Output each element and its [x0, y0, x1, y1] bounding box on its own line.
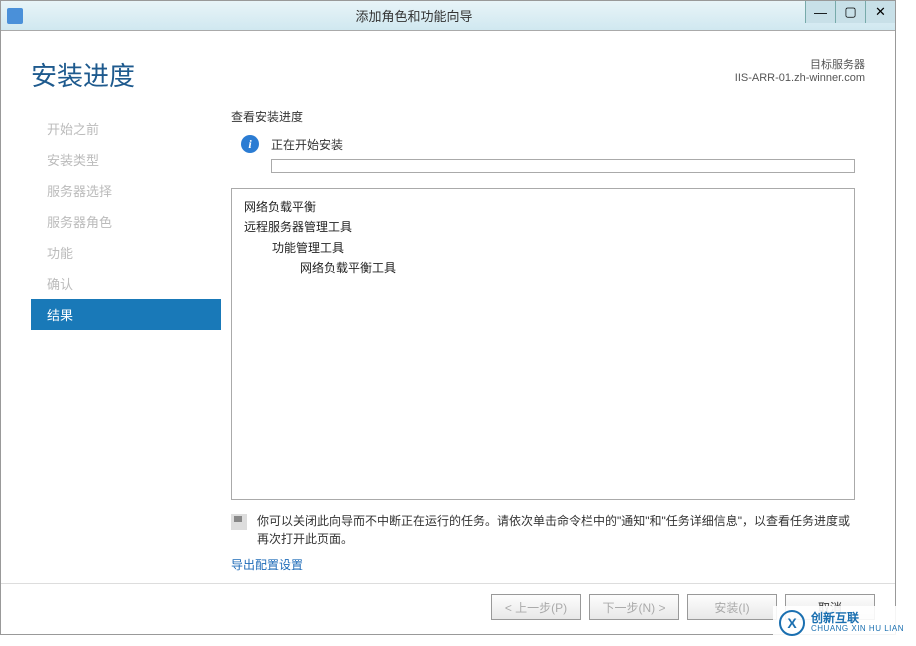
section-label: 查看安装进度	[231, 108, 865, 125]
note-text: 你可以关闭此向导而不中断正在运行的任务。请依次单击命令栏中的"通知"和"任务详细…	[257, 512, 855, 548]
body-area: 安装进度 目标服务器 IIS-ARR-01.zh-winner.com 开始之前…	[1, 31, 895, 634]
button-row: < 上一步(P) 下一步(N) > 安装(I) 取消	[1, 583, 895, 634]
sidebar-item-results[interactable]: 结果	[31, 299, 221, 330]
info-icon: i	[241, 135, 259, 153]
main-row: 开始之前 安装类型 服务器选择 服务器角色 功能 确认 结果 查看安装进度 i …	[1, 103, 895, 583]
sidebar-item-server-roles: 服务器角色	[31, 206, 221, 237]
close-button[interactable]: ✕	[865, 1, 895, 23]
destination-value: IIS-ARR-01.zh-winner.com	[735, 72, 865, 84]
sidebar-item-before: 开始之前	[31, 113, 221, 144]
sidebar: 开始之前 安装类型 服务器选择 服务器角色 功能 确认 结果	[31, 103, 221, 583]
window-title: 添加角色和功能向导	[23, 6, 805, 25]
watermark-en: CHUANG XIN HU LIAN	[811, 625, 904, 634]
watermark-logo-icon: X	[779, 610, 805, 636]
destination-server: 目标服务器 IIS-ARR-01.zh-winner.com	[735, 56, 865, 84]
detail-line: 网络负载平衡工具	[244, 258, 842, 278]
install-button[interactable]: 安装(I)	[687, 594, 777, 620]
details-box: 网络负载平衡 远程服务器管理工具 功能管理工具 网络负载平衡工具	[231, 188, 855, 500]
sidebar-item-features: 功能	[31, 237, 221, 268]
wizard-window: 添加角色和功能向导 — ▢ ✕ 安装进度 目标服务器 IIS-ARR-01.zh…	[0, 0, 896, 635]
app-icon	[7, 8, 23, 24]
minimize-button[interactable]: —	[805, 1, 835, 23]
header-row: 安装进度 目标服务器 IIS-ARR-01.zh-winner.com	[1, 31, 895, 103]
window-controls: — ▢ ✕	[805, 1, 895, 30]
destination-label: 目标服务器	[735, 56, 865, 72]
flag-icon	[231, 514, 247, 530]
sidebar-item-server-selection: 服务器选择	[31, 175, 221, 206]
watermark: X 创新互联 CHUANG XIN HU LIAN	[773, 606, 910, 640]
sidebar-item-confirm: 确认	[31, 268, 221, 299]
watermark-text: 创新互联 CHUANG XIN HU LIAN	[811, 612, 904, 634]
maximize-button[interactable]: ▢	[835, 1, 865, 23]
status-row: i 正在开始安装	[231, 135, 865, 153]
next-button[interactable]: 下一步(N) >	[589, 594, 679, 620]
page-title: 安装进度	[31, 56, 135, 93]
note-row: 你可以关闭此向导而不中断正在运行的任务。请依次单击命令栏中的"通知"和"任务详细…	[231, 512, 865, 556]
detail-line: 功能管理工具	[244, 238, 842, 258]
detail-line: 远程服务器管理工具	[244, 217, 842, 237]
prev-button[interactable]: < 上一步(P)	[491, 594, 581, 620]
export-config-link[interactable]: 导出配置设置	[231, 556, 865, 583]
titlebar: 添加角色和功能向导 — ▢ ✕	[1, 1, 895, 31]
content-area: 查看安装进度 i 正在开始安装 网络负载平衡 远程服务器管理工具 功能管理工具 …	[221, 103, 875, 583]
detail-line: 网络负载平衡	[244, 197, 842, 217]
progress-bar	[271, 159, 855, 173]
status-text: 正在开始安装	[271, 136, 343, 153]
sidebar-item-install-type: 安装类型	[31, 144, 221, 175]
